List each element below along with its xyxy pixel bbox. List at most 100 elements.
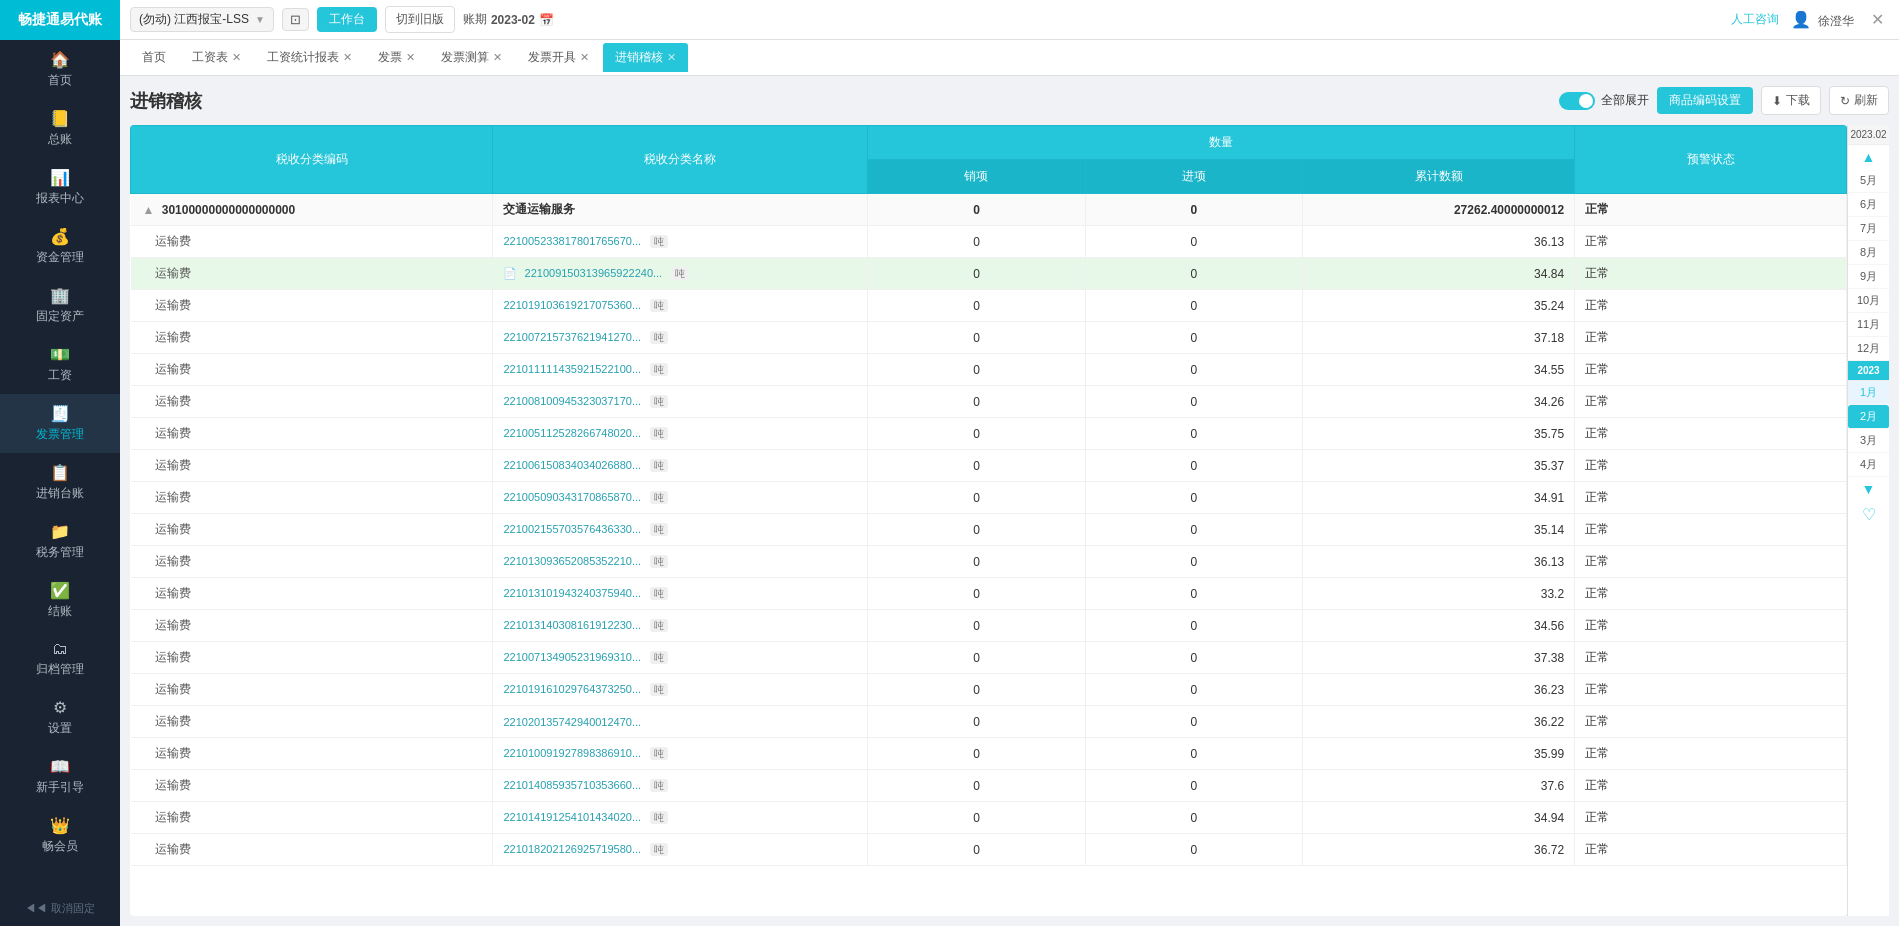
download-button[interactable]: ⬇ 下载 [1761, 86, 1821, 115]
sidebar-item-sales[interactable]: 📋 进销台账 [0, 453, 120, 512]
cal-month-11[interactable]: 11月 [1848, 313, 1889, 337]
sidebar-item-settings[interactable]: ⚙ 设置 [0, 688, 120, 747]
cal-month-4[interactable]: 4月 [1848, 453, 1889, 477]
cal-month-12[interactable]: 12月 [1848, 337, 1889, 361]
cell-status: 正常 [1575, 674, 1847, 706]
cal-month-10[interactable]: 10月 [1848, 289, 1889, 313]
cell-name: 交通运输服务 [493, 194, 868, 226]
table-row[interactable]: 运输费 221007134905231969310... 吨 0 0 37.38… [131, 642, 1847, 674]
guide-icon: 📖 [50, 757, 70, 776]
table-row[interactable]: 运输费 221010091927898386910... 吨 0 0 35.99… [131, 738, 1847, 770]
table-row[interactable]: 运输费 221018202126925719580... 吨 0 0 36.72… [131, 834, 1847, 866]
tab-close-icon[interactable]: ✕ [232, 51, 241, 64]
tab-invoice-calc[interactable]: 发票测算 ✕ [429, 43, 514, 72]
right-panel: 2023.02 ▲ 5月 6月 7月 8月 9月 10月 11月 12月 202… [1847, 125, 1889, 916]
cell-purchase: 0 [1085, 322, 1302, 354]
cell-status: 正常 [1575, 290, 1847, 322]
sidebar-item-funds[interactable]: 💰 资金管理 [0, 217, 120, 276]
cell-sale: 0 [868, 738, 1085, 770]
sidebar-item-tax[interactable]: 📁 税务管理 [0, 512, 120, 571]
expand-toggle-wrap: 全部展开 [1559, 92, 1649, 110]
cell-cumulative: 36.23 [1303, 674, 1575, 706]
sidebar-item-salary[interactable]: 💵 工资 [0, 335, 120, 394]
workbench-button[interactable]: 工作台 [317, 7, 377, 32]
tab-invoice[interactable]: 发票 ✕ [366, 43, 427, 72]
cell-status: 正常 [1575, 450, 1847, 482]
sidebar-item-ledger[interactable]: 📒 总账 [0, 99, 120, 158]
archive-icon: 🗂 [52, 640, 68, 658]
company-selector[interactable]: (勿动) 江西报宝-LSS ▼ [130, 7, 274, 32]
copy-icon-btn[interactable]: ⊡ [282, 8, 309, 31]
sidebar-logo: 畅捷通易代账 [0, 0, 120, 40]
tab-invoice-issue[interactable]: 发票开具 ✕ [516, 43, 601, 72]
cell-status: 正常 [1575, 642, 1847, 674]
table-row[interactable]: 运输费 📄 221009150313965922240... 吨 0 0 34.… [131, 258, 1847, 290]
tab-close-active-icon[interactable]: ✕ [667, 51, 676, 64]
tab-close-icon[interactable]: ✕ [580, 51, 589, 64]
switch-version-button[interactable]: 切到旧版 [385, 6, 455, 33]
expand-toggle[interactable] [1559, 92, 1595, 110]
support-link[interactable]: 人工咨询 [1731, 11, 1779, 28]
settings-icon: ⚙ [53, 698, 67, 717]
sidebar-item-reports[interactable]: 📊 报表中心 [0, 158, 120, 217]
cal-heart-icon[interactable]: ♡ [1848, 501, 1889, 528]
sidebar-item-guide[interactable]: 📖 新手引导 [0, 747, 120, 806]
sidebar-item-checkout[interactable]: ✅ 结账 [0, 571, 120, 630]
cell-taxnum: 📄 221009150313965922240... 吨 [493, 258, 868, 290]
cal-up-icon[interactable]: ▲ [1848, 145, 1889, 169]
table-row[interactable]: 运输费 221011111435921522100... 吨 0 0 34.55… [131, 354, 1847, 386]
tab-close-icon[interactable]: ✕ [406, 51, 415, 64]
cell-status: 正常 [1575, 418, 1847, 450]
table-row[interactable]: 运输费 221008100945323037170... 吨 0 0 34.26… [131, 386, 1847, 418]
table-scroll[interactable]: 税收分类编码 税收分类名称 数量 预警状态 销项 进项 累计数额 [130, 125, 1847, 916]
home-icon: 🏠 [50, 50, 70, 69]
table-row[interactable]: 运输费 221005090343170865870... 吨 0 0 34.91… [131, 482, 1847, 514]
table-row[interactable]: 运输费 221019103619217075360... 吨 0 0 35.24… [131, 290, 1847, 322]
cal-month-1[interactable]: 1月 [1848, 381, 1889, 405]
table-row[interactable]: 运输费 221014191254101434020... 吨 0 0 34.94… [131, 802, 1847, 834]
company-label: (勿动) 江西报宝-LSS [139, 11, 249, 28]
table-row[interactable]: 运输费 221005233817801765670... 吨 0 0 36.13… [131, 226, 1847, 258]
sidebar-item-label: 首页 [48, 72, 72, 89]
cell-sale: 0 [868, 386, 1085, 418]
refresh-button[interactable]: ↻ 刷新 [1829, 86, 1889, 115]
sidebar-item-member[interactable]: 👑 畅会员 [0, 806, 120, 865]
sidebar-item-archive[interactable]: 🗂 归档管理 [0, 630, 120, 688]
table-row[interactable]: 运输费 221013140308161912230... 吨 0 0 34.56… [131, 610, 1847, 642]
cal-month-7[interactable]: 7月 [1848, 217, 1889, 241]
table-row[interactable]: ▲ 30100000000000000000 交通运输服务 0 0 27262.… [131, 194, 1847, 226]
tab-home[interactable]: 首页 [130, 43, 178, 72]
tab-reconciliation[interactable]: 进销稽核 ✕ [603, 43, 688, 72]
pin-icon: ◀◀ [25, 902, 47, 914]
table-row[interactable]: 运输费 221006150834034026880... 吨 0 0 35.37… [131, 450, 1847, 482]
table-row[interactable]: 运输费 221013101943240375940... 吨 0 0 33.2 … [131, 578, 1847, 610]
calendar-icon[interactable]: 📅 [539, 13, 554, 27]
table-row[interactable]: 运输费 221019161029764373250... 吨 0 0 36.23… [131, 674, 1847, 706]
cal-month-9[interactable]: 9月 [1848, 265, 1889, 289]
close-icon[interactable]: ✕ [1866, 10, 1889, 29]
sidebar-item-invoice[interactable]: 🧾 发票管理 [0, 394, 120, 453]
sidebar-item-home[interactable]: 🏠 首页 [0, 40, 120, 99]
cell-sale: 0 [868, 706, 1085, 738]
tab-salary-stats[interactable]: 工资统计报表 ✕ [255, 43, 364, 72]
tab-close-icon[interactable]: ✕ [493, 51, 502, 64]
table-row[interactable]: 运输费 221007215737621941270... 吨 0 0 37.18… [131, 322, 1847, 354]
sidebar-pin[interactable]: ◀◀ 取消固定 [0, 891, 120, 926]
table-row[interactable]: 运输费 221014085935710353660... 吨 0 0 37.6 … [131, 770, 1847, 802]
cal-month-2[interactable]: 2月 [1848, 405, 1889, 429]
cal-month-6[interactable]: 6月 [1848, 193, 1889, 217]
cal-month-5[interactable]: 5月 [1848, 169, 1889, 193]
settings-button[interactable]: 商品编码设置 [1657, 87, 1753, 114]
tab-close-icon[interactable]: ✕ [343, 51, 352, 64]
cal-month-3[interactable]: 3月 [1848, 429, 1889, 453]
table-row[interactable]: 运输费 221005112528266748020... 吨 0 0 35.75… [131, 418, 1847, 450]
tab-salary-table[interactable]: 工资表 ✕ [180, 43, 253, 72]
sidebar-item-assets[interactable]: 🏢 固定资产 [0, 276, 120, 335]
cell-sale: 0 [868, 258, 1085, 290]
table-row[interactable]: 运输费 221020135742940012470... 0 0 36.22 正… [131, 706, 1847, 738]
table-row[interactable]: 运输费 221013093652085352210... 吨 0 0 36.13… [131, 546, 1847, 578]
cal-down-icon[interactable]: ▼ [1848, 477, 1889, 501]
sidebar: 畅捷通易代账 🏠 首页 📒 总账 📊 报表中心 💰 资金管理 🏢 固定资产 💵 … [0, 0, 120, 926]
cal-month-8[interactable]: 8月 [1848, 241, 1889, 265]
table-row[interactable]: 运输费 221002155703576436330... 吨 0 0 35.14… [131, 514, 1847, 546]
